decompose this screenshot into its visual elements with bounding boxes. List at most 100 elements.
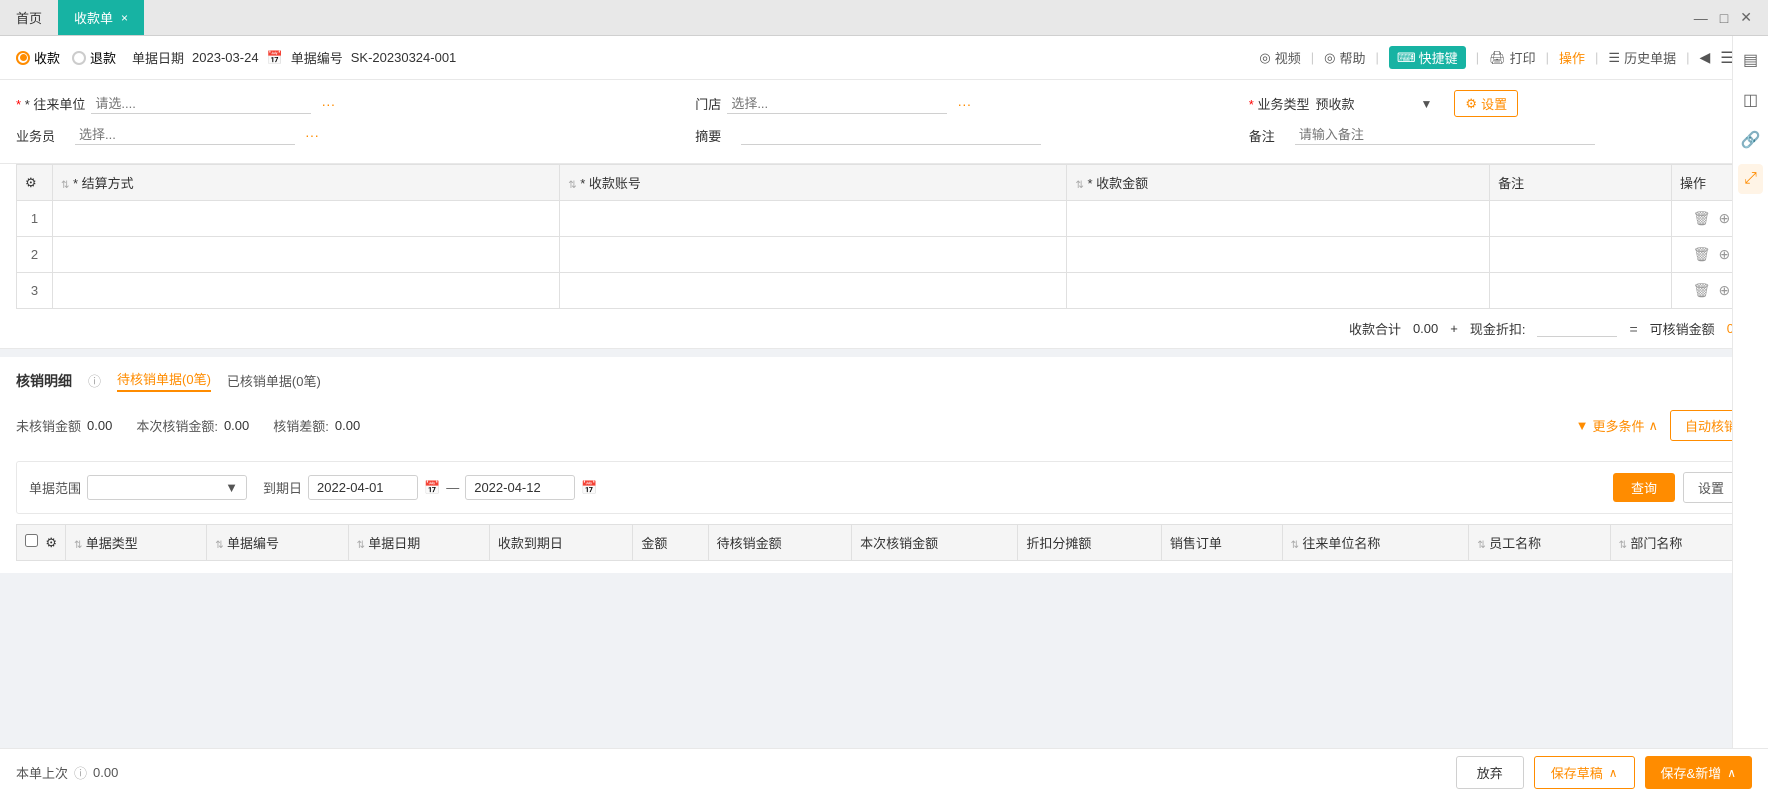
history-button[interactable]: ☰ 历史单据 (1608, 48, 1676, 67)
remark-cell-2[interactable] (1490, 237, 1672, 273)
tab-home[interactable]: 首页 (0, 0, 58, 35)
radio-receive[interactable]: 收款 (16, 48, 60, 67)
done-tab[interactable]: 已核销单据(0笔) (227, 371, 321, 390)
discount-input[interactable] (1537, 321, 1617, 337)
sidebar-icon-4[interactable]: ⤢ (1738, 164, 1763, 194)
copy-icon-2[interactable]: ⊕ (1719, 246, 1731, 263)
bottom-table: ⚙ ⇅ 单据类型 ⇅ 单据编号 ⇅ 单据日期 收款到期日 金 (16, 524, 1752, 561)
type-sort-icon[interactable]: ⇅ (74, 540, 82, 551)
more-conditions-label: 更多条件 (1592, 416, 1644, 435)
amount-sort-icon[interactable]: ⇅ (1075, 180, 1083, 191)
save-new-label: 保存&新增 (1661, 763, 1722, 782)
date-sort-icon[interactable]: ⇅ (357, 540, 365, 551)
date-from-input[interactable] (308, 475, 418, 500)
salesperson-input[interactable] (75, 125, 295, 145)
summary-input[interactable] (741, 125, 1041, 145)
remark-cell-3[interactable] (1490, 273, 1672, 309)
radio-refund[interactable]: 退款 (72, 48, 116, 67)
video-button[interactable]: ◎ 视频 (1259, 48, 1300, 67)
close-button[interactable]: ✕ (1740, 9, 1752, 26)
stats-row: 未核销金额 0.00 本次核销金额: 0.00 核销差额: 0.00 ▼ 更多条… (16, 402, 1752, 449)
account-sort-icon[interactable]: ⇅ (568, 180, 576, 191)
minimize-button[interactable]: — (1694, 10, 1708, 26)
delete-icon-1[interactable]: 🗑 (1693, 210, 1711, 227)
print-button[interactable]: 🖨 打印 (1489, 48, 1536, 67)
calendar-icon[interactable]: 📅 (267, 50, 283, 66)
store-input[interactable] (727, 94, 947, 114)
account-cell-2[interactable] (560, 237, 1067, 273)
settle-sort-icon[interactable]: ⇅ (61, 180, 69, 191)
settings-button[interactable]: ⚙ 设置 (1454, 90, 1518, 117)
required-star-2: * (1249, 97, 1254, 112)
settings-icon: ⚙ (1465, 96, 1477, 112)
col-remark-header: 备注 (1490, 165, 1672, 201)
reconcile-title: 核销明细 (16, 371, 72, 391)
remark-cell-1[interactable] (1490, 201, 1672, 237)
account-cell-1[interactable] (560, 201, 1067, 237)
reconcile-info-icon[interactable]: ⓘ (88, 371, 101, 390)
footer-info-icon[interactable]: ⓘ (74, 763, 87, 782)
pending-tab[interactable]: 待核销单据(0笔) (117, 369, 211, 392)
calendar-from-icon[interactable]: 📅 (424, 480, 440, 496)
more-conditions-button[interactable]: ▼ 更多条件 ∧ (1576, 416, 1658, 435)
discard-button[interactable]: 放弃 (1456, 756, 1524, 789)
query-button[interactable]: 查询 (1613, 473, 1675, 502)
delete-icon-3[interactable]: 🗑 (1693, 282, 1711, 299)
range-select[interactable]: ▼ (87, 475, 247, 500)
table-row: 1 🗑 ⊕ (17, 201, 1752, 237)
copy-icon-3[interactable]: ⊕ (1719, 282, 1731, 299)
business-type-label-text: 业务类型 (1257, 97, 1309, 112)
tab-close-icon[interactable]: × (121, 11, 128, 25)
counterpart-input[interactable] (91, 94, 311, 114)
amount-cell-2[interactable] (1067, 237, 1490, 273)
bottom-col-discount: 折扣分摊额 (1018, 525, 1162, 561)
prev-arrow[interactable]: ◀ (1699, 49, 1710, 66)
col-gear-header[interactable]: ⚙ (17, 165, 53, 201)
store-more-icon[interactable]: ··· (957, 96, 971, 112)
dept-sort-icon[interactable]: ⇅ (1619, 540, 1627, 551)
print-icon: 🖨 (1489, 50, 1506, 66)
filter-row: 单据范围 ▼ 到期日 📅 — 📅 查询 设置 (16, 461, 1752, 514)
copy-icon-1[interactable]: ⊕ (1719, 210, 1731, 227)
maximize-button[interactable]: □ (1720, 10, 1728, 26)
plus-sign: + (1450, 321, 1458, 336)
counterpart-more-icon[interactable]: ··· (321, 96, 335, 112)
shortcut-button[interactable]: ⌨ 快捷键 (1389, 46, 1466, 69)
amount-cell-3[interactable] (1067, 273, 1490, 309)
delete-icon-2[interactable]: 🗑 (1693, 246, 1711, 263)
counterpart-sort-icon[interactable]: ⇅ (1291, 540, 1299, 551)
sidebar-icon-2[interactable]: ◫ (1737, 84, 1764, 116)
remark-field: 备注 (1249, 125, 1752, 145)
save-new-arrow: ∧ (1727, 766, 1736, 780)
range-label: 单据范围 (29, 478, 81, 497)
sidebar-icon-1[interactable]: ▤ (1737, 44, 1764, 76)
num-sort-icon[interactable]: ⇅ (215, 540, 223, 551)
remark-input[interactable] (1295, 125, 1595, 145)
business-type-dropdown[interactable]: ▼ (1421, 97, 1433, 111)
form-area: * * 往来单位 ··· 门店 ··· * 业务类型 预收款 ▼ ⚙ 设置 (0, 80, 1768, 164)
gear-icon[interactable]: ⚙ (25, 175, 37, 190)
help-button[interactable]: ◎ 帮助 (1324, 48, 1365, 67)
doc-date-value: 2023-03-24 (192, 50, 259, 65)
shortcut-label: 快捷键 (1419, 48, 1458, 67)
reconcile-settings-button[interactable]: 设置 (1683, 472, 1739, 503)
select-all-checkbox[interactable] (25, 534, 38, 547)
remark-label: 备注 (1249, 126, 1275, 145)
account-cell-3[interactable] (560, 273, 1067, 309)
employee-sort-icon[interactable]: ⇅ (1477, 540, 1485, 551)
settle-cell-2[interactable] (53, 237, 560, 273)
date-to-input[interactable] (465, 475, 575, 500)
save-draft-button[interactable]: 保存草稿 ∧ (1534, 756, 1635, 789)
salesperson-more-icon[interactable]: ··· (305, 127, 319, 143)
sidebar-icon-3[interactable]: 🔗 (1735, 124, 1767, 156)
operation-button[interactable]: 操作 (1559, 48, 1585, 67)
counterpart-label: * * 往来单位 (16, 94, 85, 113)
amount-cell-1[interactable] (1067, 201, 1490, 237)
calendar-to-icon[interactable]: 📅 (581, 480, 597, 496)
tab-receipt[interactable]: 收款单 × (58, 0, 144, 35)
save-new-button[interactable]: 保存&新增 ∧ (1645, 756, 1752, 789)
settle-cell-3[interactable] (53, 273, 560, 309)
settle-cell-1[interactable] (53, 201, 560, 237)
bottom-col-gear[interactable]: ⚙ (17, 525, 66, 561)
bottom-gear-icon[interactable]: ⚙ (45, 535, 57, 550)
